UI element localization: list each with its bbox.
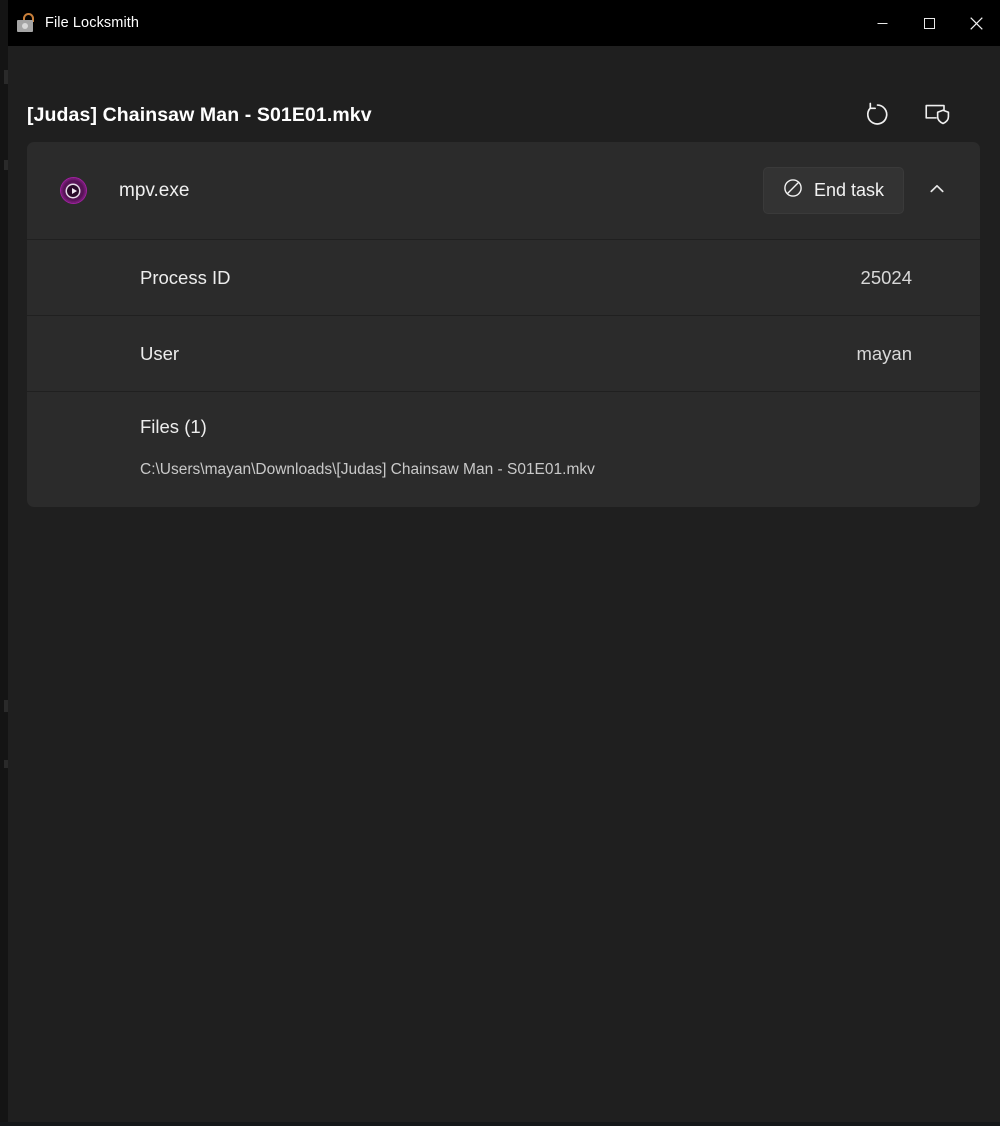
- process-icon-wrapper: [27, 178, 119, 203]
- file-locksmith-window: File Locksmith: [8, 0, 1000, 1122]
- process-expander-toggle[interactable]: [914, 168, 960, 214]
- background-window-sliver: [0, 0, 8, 1126]
- process-card: mpv.exe End task: [27, 142, 980, 507]
- detail-label: Process ID: [140, 267, 230, 289]
- background-window-bottom-edge: [0, 1122, 1000, 1126]
- title-bar: File Locksmith: [8, 0, 1000, 46]
- refresh-button[interactable]: [857, 94, 897, 134]
- unlocked-padlock-icon: [15, 13, 35, 33]
- page-title: [Judas] Chainsaw Man - S01E01.mkv: [27, 62, 372, 127]
- app-title: File Locksmith: [45, 15, 139, 31]
- shield-window-icon: [923, 100, 951, 128]
- detail-value: 25024: [861, 267, 912, 289]
- detail-row-user: User mayan: [27, 316, 980, 391]
- minimize-button[interactable]: [859, 0, 906, 46]
- header-actions: [857, 54, 981, 134]
- process-header[interactable]: mpv.exe End task: [27, 142, 980, 239]
- end-task-label: End task: [814, 180, 884, 201]
- mpv-logo-icon: [61, 178, 86, 203]
- end-task-button[interactable]: End task: [763, 167, 904, 214]
- restart-as-admin-button[interactable]: [917, 94, 957, 134]
- files-title: Files (1): [140, 416, 912, 438]
- refresh-icon: [864, 101, 891, 128]
- detail-label: User: [140, 343, 179, 365]
- detail-row-process-id: Process ID 25024: [27, 240, 980, 315]
- maximize-button[interactable]: [906, 0, 953, 46]
- screen: File Locksmith: [0, 0, 1000, 1126]
- file-path: C:\Users\mayan\Downloads\[Judas] Chainsa…: [140, 461, 912, 479]
- caption-button-group: [859, 0, 1000, 46]
- header-row: [Judas] Chainsaw Man - S01E01.mkv: [8, 46, 1000, 142]
- files-section: Files (1) C:\Users\mayan\Downloads\[Juda…: [27, 392, 980, 507]
- detail-value: mayan: [856, 343, 912, 365]
- page-content: [Judas] Chainsaw Man - S01E01.mkv: [8, 46, 1000, 1122]
- chevron-up-icon: [928, 180, 946, 201]
- process-name: mpv.exe: [119, 180, 763, 202]
- title-bar-left: File Locksmith: [8, 13, 139, 33]
- close-button[interactable]: [953, 0, 1000, 46]
- prohibition-icon: [783, 178, 803, 203]
